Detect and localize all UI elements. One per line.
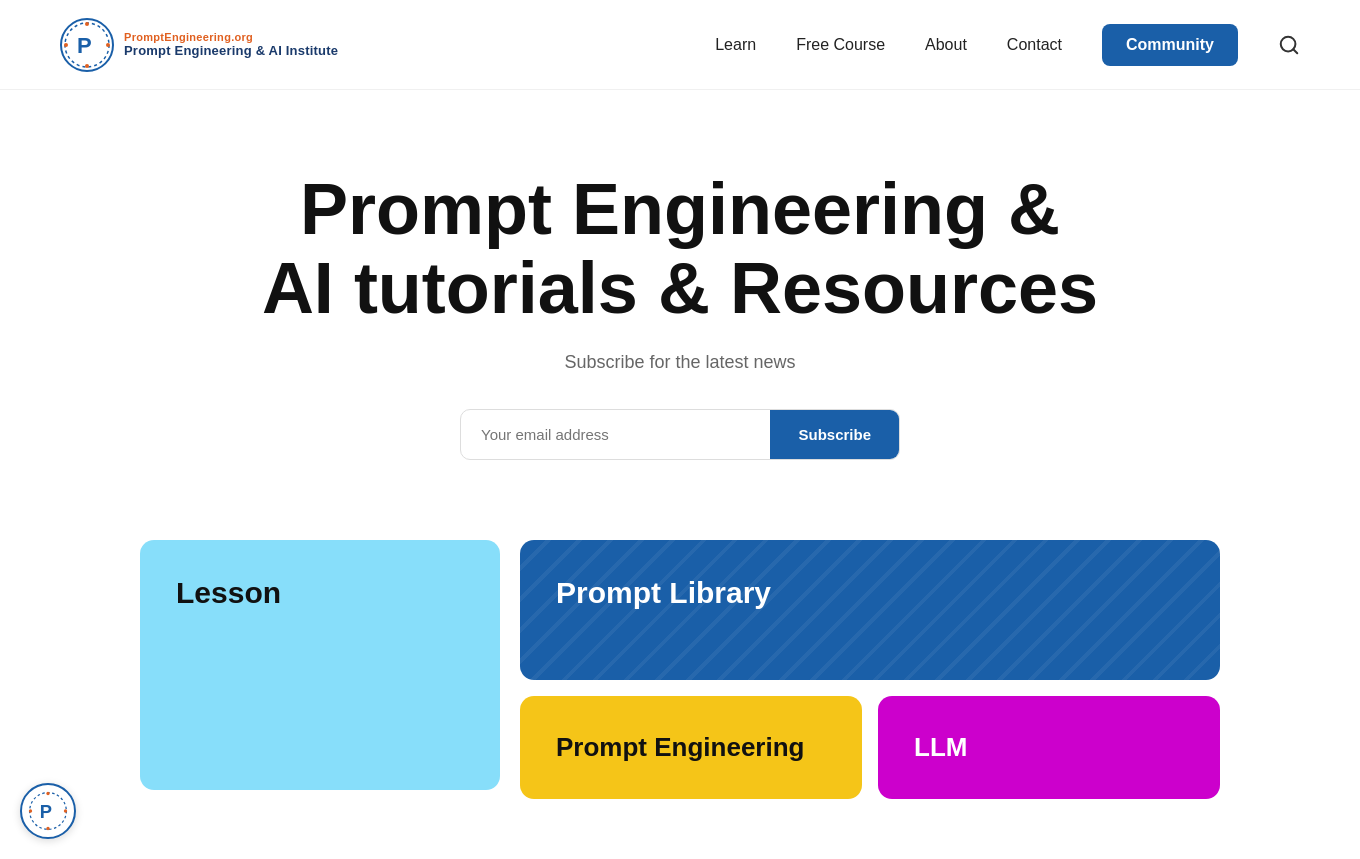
llm-card[interactable]: LLM [878, 696, 1220, 799]
logo-area[interactable]: P PromptEngineering.org Prompt Engineeri… [60, 18, 338, 72]
prompt-library-card[interactable]: Prompt Library [520, 540, 1220, 680]
nav-contact[interactable]: Contact [1007, 36, 1062, 54]
logo-bottom-text: Prompt Engineering & AI Institute [124, 43, 338, 59]
prompt-engineering-card[interactable]: Prompt Engineering [520, 696, 862, 799]
logo-top-text: PromptEngineering.org [124, 31, 338, 43]
prompt-engineering-title: Prompt Engineering [556, 732, 804, 762]
svg-line-7 [1293, 49, 1297, 53]
bottom-cards: Prompt Engineering LLM [520, 696, 1220, 799]
llm-title: LLM [914, 732, 967, 762]
hero-title-line1: Prompt Engineering & [300, 169, 1060, 249]
floating-logo-icon: P [28, 791, 68, 831]
hero-title-line2: AI tutorials & Resources [262, 248, 1098, 328]
search-icon [1278, 34, 1300, 56]
community-button[interactable]: Community [1102, 24, 1238, 66]
svg-point-2 [85, 22, 89, 26]
hero-subtitle: Subscribe for the latest news [564, 352, 795, 373]
svg-point-13 [46, 827, 49, 830]
svg-point-10 [46, 792, 49, 795]
nav-free-course[interactable]: Free Course [796, 36, 885, 54]
right-cards: Prompt Library Prompt Engineering LLM [520, 540, 1220, 799]
logo-text: PromptEngineering.org Prompt Engineering… [124, 31, 338, 59]
svg-point-11 [64, 809, 67, 812]
floating-logo[interactable]: P [20, 783, 76, 839]
prompt-library-title: Prompt Library [556, 576, 771, 609]
search-button[interactable] [1278, 34, 1300, 56]
svg-point-5 [85, 64, 89, 68]
svg-text:P: P [40, 801, 52, 822]
email-input[interactable] [461, 410, 770, 459]
main-nav: Learn Free Course About Contact Communit… [715, 24, 1300, 66]
cards-section: Lesson Prompt Library Prompt Engineering… [0, 540, 1360, 799]
site-header: P PromptEngineering.org Prompt Engineeri… [0, 0, 1360, 90]
logo-icon: P [60, 18, 114, 72]
svg-point-3 [106, 43, 110, 47]
svg-point-4 [64, 43, 68, 47]
lesson-card-title: Lesson [176, 576, 281, 609]
subscribe-button[interactable]: Subscribe [770, 410, 899, 459]
nav-about[interactable]: About [925, 36, 967, 54]
nav-learn[interactable]: Learn [715, 36, 756, 54]
svg-text:P: P [77, 33, 92, 58]
lesson-card[interactable]: Lesson [140, 540, 500, 790]
subscribe-form: Subscribe [460, 409, 900, 460]
hero-title: Prompt Engineering & AI tutorials & Reso… [262, 170, 1098, 328]
svg-point-12 [29, 809, 32, 812]
hero-section: Prompt Engineering & AI tutorials & Reso… [0, 90, 1360, 540]
